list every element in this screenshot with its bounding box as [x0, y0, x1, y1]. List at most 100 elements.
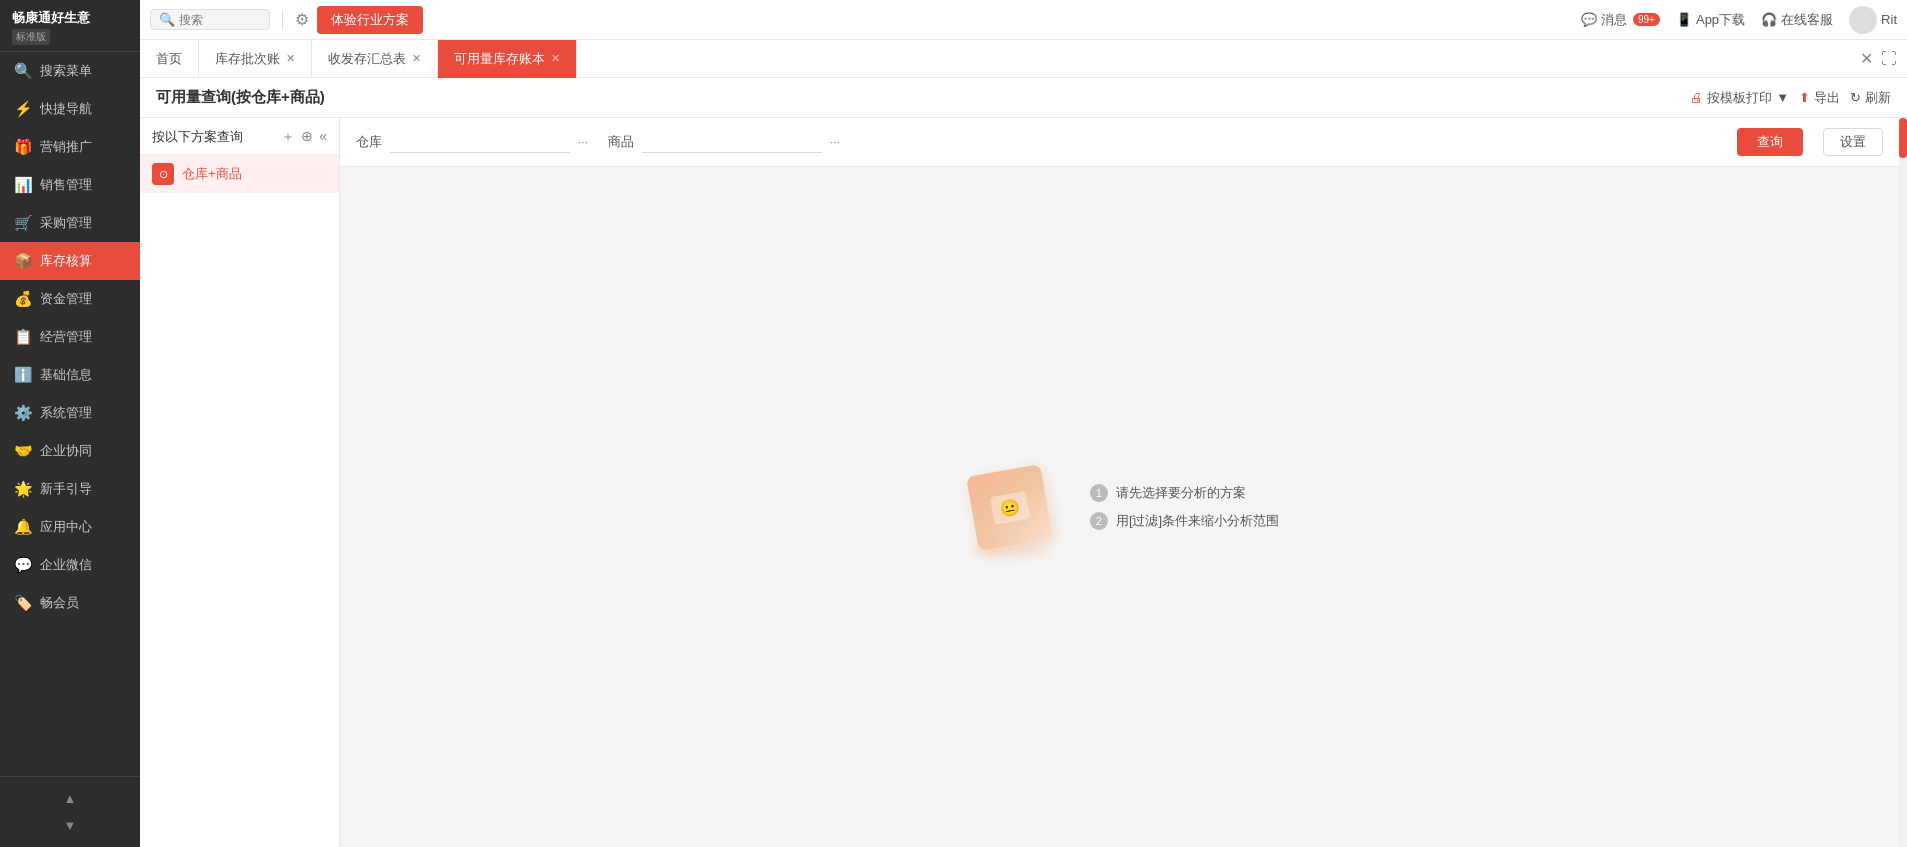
gear-icon[interactable]: ⚙	[295, 10, 309, 29]
export-icon: ⬆	[1799, 90, 1810, 105]
print-btn[interactable]: 🖨 按模板打印 ▼	[1690, 89, 1789, 107]
page-title: 可用量查询(按仓库+商品)	[156, 88, 325, 107]
query-btn[interactable]: 查询	[1737, 128, 1803, 156]
message-badge: 99+	[1633, 13, 1660, 26]
tab-available-label: 可用量库存账本	[454, 50, 545, 68]
warehouse-more-btn[interactable]: ···	[578, 135, 588, 149]
refresh-label: 刷新	[1865, 89, 1891, 107]
basic-icon: ℹ️	[14, 366, 32, 384]
filter-item-icon: ⊙	[152, 163, 174, 185]
sidebar-label-sales: 销售管理	[40, 176, 92, 194]
tab-batch[interactable]: 库存批次账 ✕	[199, 40, 312, 78]
filter-settings-icon[interactable]: ⊕	[301, 128, 313, 146]
collapse-icon[interactable]: «	[319, 128, 327, 146]
scroll-up-btn[interactable]: ▲	[0, 785, 140, 812]
goods-filter-group: 商品 ···	[608, 131, 840, 153]
sidebar-item-member[interactable]: 🏷️ 畅会员	[0, 584, 140, 622]
empty-hint-2: 2 用[过滤]条件来缩小分析范围	[1090, 512, 1279, 530]
tab-available-close[interactable]: ✕	[551, 52, 560, 65]
system-icon: ⚙️	[14, 404, 32, 422]
user-name: Rit	[1881, 12, 1897, 27]
tab-summary-close[interactable]: ✕	[412, 52, 421, 65]
sidebar-item-corp[interactable]: 🤝 企业协同	[0, 432, 140, 470]
sidebar-nav: 🔍 搜索菜单 ⚡ 快捷导航 🎁 营销推广 📊 销售管理 🛒 采购管理 📦 库存核…	[0, 52, 140, 776]
tab-home[interactable]: 首页	[140, 40, 199, 78]
sidebar-item-purchase[interactable]: 🛒 采购管理	[0, 204, 140, 242]
goods-filter-input[interactable]	[642, 131, 822, 153]
marketing-icon: 🎁	[14, 138, 32, 156]
sidebar-label-newbie: 新手引导	[40, 480, 92, 498]
goods-filter-label: 商品	[608, 133, 634, 151]
print-dropdown-icon[interactable]: ▼	[1776, 90, 1789, 105]
refresh-icon: ↻	[1850, 90, 1861, 105]
member-icon: 🏷️	[14, 594, 32, 612]
export-btn[interactable]: ⬆ 导出	[1799, 89, 1840, 107]
hint-text-2: 用[过滤]条件来缩小分析范围	[1116, 512, 1279, 530]
sidebar-item-shortcut[interactable]: ⚡ 快捷导航	[0, 90, 140, 128]
sidebar-label-purchase: 采购管理	[40, 214, 92, 232]
sidebar-item-wechat[interactable]: 💬 企业微信	[0, 546, 140, 584]
app-download-btn[interactable]: 📱 App下载	[1676, 11, 1745, 29]
sidebar-label-finance: 资金管理	[40, 290, 92, 308]
warehouse-filter-label: 仓库	[356, 133, 382, 151]
sidebar-item-marketing[interactable]: 🎁 营销推广	[0, 128, 140, 166]
sidebar-item-system[interactable]: ⚙️ 系统管理	[0, 394, 140, 432]
refresh-btn[interactable]: ↻ 刷新	[1850, 89, 1891, 107]
tab-summary[interactable]: 收发存汇总表 ✕	[312, 40, 438, 78]
filter-panel: 按以下方案查询 ＋ ⊕ « ⊙ 仓库+商品	[140, 118, 340, 847]
brand-name: 畅康通好生意	[12, 10, 128, 27]
message-label: 消息	[1601, 11, 1627, 29]
purchase-icon: 🛒	[14, 214, 32, 232]
filter-item-warehouse-goods[interactable]: ⊙ 仓库+商品	[140, 155, 339, 193]
topbar-search-box[interactable]: 🔍	[150, 9, 270, 30]
sidebar-item-operation[interactable]: 📋 经营管理	[0, 318, 140, 356]
content-area: 按以下方案查询 ＋ ⊕ « ⊙ 仓库+商品 仓库	[140, 118, 1907, 847]
empty-illustration: 😐	[960, 457, 1060, 557]
sidebar-label-wechat: 企业微信	[40, 556, 92, 574]
sidebar-item-inventory[interactable]: 📦 库存核算	[0, 242, 140, 280]
user-menu[interactable]: Rit	[1849, 6, 1897, 34]
settings-btn[interactable]: 设置	[1823, 128, 1883, 156]
page-actions: 🖨 按模板打印 ▼ ⬆ 导出 ↻ 刷新	[1690, 89, 1891, 107]
service-label: 在线客服	[1781, 11, 1833, 29]
tab-close-btn[interactable]: ✕	[1860, 49, 1873, 68]
tabs-right-actions: ✕ ⛶	[1850, 49, 1907, 68]
sidebar-label-corp: 企业协同	[40, 442, 92, 460]
sidebar-header: 畅康通好生意 标准版	[0, 0, 140, 52]
sidebar-label-operation: 经营管理	[40, 328, 92, 346]
add-filter-icon[interactable]: ＋	[281, 128, 295, 146]
filter-actions: ＋ ⊕ «	[281, 128, 327, 146]
inventory-icon: 📦	[14, 252, 32, 270]
scrollbar-thumb[interactable]	[1899, 118, 1907, 158]
right-scrollbar[interactable]	[1899, 118, 1907, 847]
warehouse-filter-input[interactable]	[390, 131, 570, 153]
avatar	[1849, 6, 1877, 34]
tab-fullscreen-btn[interactable]: ⛶	[1881, 50, 1897, 68]
search-input[interactable]	[179, 13, 259, 27]
sidebar-item-newbie[interactable]: 🌟 新手引导	[0, 470, 140, 508]
sidebar-item-sales[interactable]: 📊 销售管理	[0, 166, 140, 204]
export-label: 导出	[1814, 89, 1840, 107]
sidebar-label-search: 搜索菜单	[40, 62, 92, 80]
service-btn[interactable]: 🎧 在线客服	[1761, 11, 1833, 29]
finance-icon: 💰	[14, 290, 32, 308]
topbar-divider	[282, 10, 283, 30]
tab-available[interactable]: 可用量库存账本 ✕	[438, 40, 577, 78]
sidebar-item-appcenter[interactable]: 🔔 应用中心	[0, 508, 140, 546]
scroll-down-btn[interactable]: ▼	[0, 812, 140, 839]
corp-icon: 🤝	[14, 442, 32, 460]
sidebar-bottom: ▲ ▼	[0, 776, 140, 847]
sidebar-item-search[interactable]: 🔍 搜索菜单	[0, 52, 140, 90]
sidebar-label-basic: 基础信息	[40, 366, 92, 384]
tab-summary-label: 收发存汇总表	[328, 50, 406, 68]
goods-more-btn[interactable]: ···	[830, 135, 840, 149]
trial-btn[interactable]: 体验行业方案	[317, 6, 423, 34]
message-btn[interactable]: 💬 消息 99+	[1581, 11, 1660, 29]
tab-batch-label: 库存批次账	[215, 50, 280, 68]
print-icon: 🖨	[1690, 90, 1703, 105]
main-content: 🔍 ⚙ 体验行业方案 💬 消息 99+ 📱 App下载 🎧 在线客服	[140, 0, 1907, 847]
tabs-bar: 首页 库存批次账 ✕ 收发存汇总表 ✕ 可用量库存账本 ✕ ✕ ⛶	[140, 40, 1907, 78]
sidebar-item-basic[interactable]: ℹ️ 基础信息	[0, 356, 140, 394]
sidebar-item-finance[interactable]: 💰 资金管理	[0, 280, 140, 318]
tab-batch-close[interactable]: ✕	[286, 52, 295, 65]
